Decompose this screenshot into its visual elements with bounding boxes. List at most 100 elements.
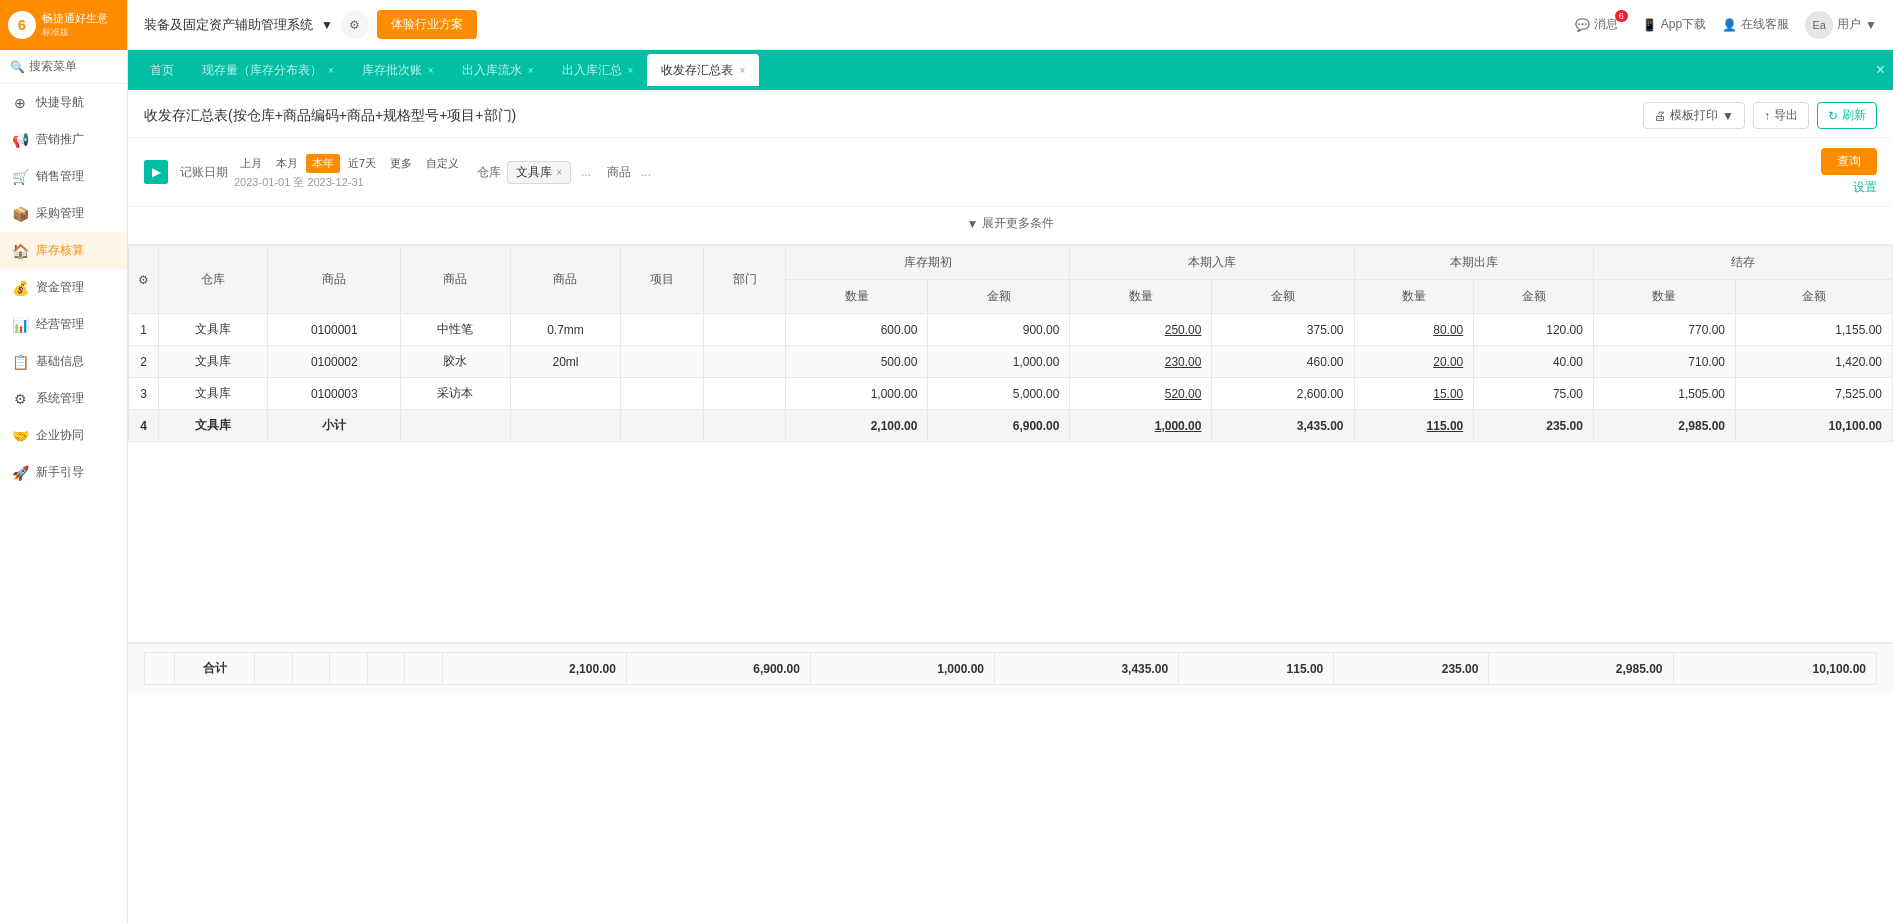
settings-link[interactable]: 设置 [1853, 179, 1877, 196]
warehouse-tag-close[interactable]: × [556, 167, 562, 178]
subtotal-out-amt: 235.00 [1474, 410, 1594, 442]
row2-in-amt: 460.00 [1212, 346, 1354, 378]
sidebar-item-corp[interactable]: 🤝 企业协同 [0, 417, 127, 454]
row1-out-qty[interactable]: 80.00 [1354, 314, 1474, 346]
settings-button[interactable]: ⚙ [341, 11, 369, 39]
tab-inventory-dist[interactable]: 现存量（库存分布表） × [188, 54, 348, 86]
col-out-period-header: 本期出库 [1354, 246, 1593, 280]
tab-in-out-flow[interactable]: 出入库流水 × [448, 54, 548, 86]
tab-flow-label: 出入库流水 [462, 62, 522, 79]
filter-expand-button[interactable]: ▶ [144, 160, 168, 184]
sidebar-item-finance[interactable]: 💰 资金管理 [0, 269, 127, 306]
user-chevron-icon: ▼ [1865, 18, 1877, 32]
export-button[interactable]: ↑ 导出 [1753, 102, 1809, 129]
sales-icon: 🛒 [12, 169, 28, 185]
logo-icon: 6 [8, 11, 36, 39]
date-last-month[interactable]: 上月 [234, 154, 268, 173]
export-icon: ↑ [1764, 109, 1770, 123]
row3-out-qty[interactable]: 15.00 [1354, 378, 1474, 410]
tab-close-icon[interactable]: × [428, 65, 434, 76]
col-settings[interactable]: ⚙ [129, 246, 159, 314]
user-action[interactable]: Ea 用户 ▼ [1805, 11, 1877, 39]
row3-in-qty[interactable]: 520.00 [1070, 378, 1212, 410]
sidebar-item-marketing[interactable]: 📢 营销推广 [0, 121, 127, 158]
top-header: 装备及固定资产辅助管理系统 ▼ ⚙ 体验行业方案 💬 6 消息 📱 App下载 … [128, 0, 1893, 50]
subtotal-in-qty[interactable]: 1,000.00 [1070, 410, 1212, 442]
row2-project [621, 346, 703, 378]
sidebar-logo: 6 畅捷通好生意 标准版 [0, 0, 127, 50]
sidebar-item-guide[interactable]: 🚀 新手引导 [0, 454, 127, 491]
tab-close-icon[interactable]: × [628, 65, 634, 76]
tab-close-icon[interactable]: × [528, 65, 534, 76]
sidebar-item-sales[interactable]: 🛒 销售管理 [0, 158, 127, 195]
expand-more-row: ▼ 展开更多条件 [128, 207, 1893, 245]
row1-close-qty: 770.00 [1593, 314, 1735, 346]
sidebar-item-operation[interactable]: 📊 经营管理 [0, 306, 127, 343]
chevron-down-icon: ▼ [1722, 109, 1734, 123]
tab-close-icon[interactable]: × [739, 65, 745, 76]
online-service-action[interactable]: 👤 在线客服 [1722, 16, 1789, 33]
query-button[interactable]: 查询 [1821, 148, 1877, 175]
expand-more-btn[interactable]: ▼ 展开更多条件 [967, 211, 1055, 236]
footer-open-amt: 6,900.00 [626, 653, 810, 685]
tab-close-icon[interactable]: × [328, 65, 334, 76]
template-print-button[interactable]: 🖨 模板打印 ▼ [1643, 102, 1745, 129]
inventory-icon: 🏠 [12, 243, 28, 259]
subtotal-open-amt: 6,900.00 [928, 410, 1070, 442]
sidebar-item-quick-nav[interactable]: ⊕ 快捷导航 [0, 84, 127, 121]
tab-receive-summary[interactable]: 收发存汇总表 × [647, 54, 759, 86]
row2-in-qty[interactable]: 230.00 [1070, 346, 1212, 378]
row3-close-amt: 7,525.00 [1736, 378, 1893, 410]
system-dropdown[interactable]: ▼ [321, 18, 333, 32]
row1-spec: 0.7mm [510, 314, 621, 346]
trial-button[interactable]: 体验行业方案 [377, 10, 477, 39]
expand-down-icon: ▼ [967, 217, 979, 231]
tab-in-out-summary[interactable]: 出入库汇总 × [548, 54, 648, 86]
sidebar-search[interactable]: 🔍 搜索菜单 [0, 50, 127, 84]
tab-home[interactable]: 首页 [136, 54, 188, 86]
row2-open-qty: 500.00 [786, 346, 928, 378]
tab-bar-close-icon[interactable]: × [1876, 61, 1885, 79]
main-area: 装备及固定资产辅助管理系统 ▼ ⚙ 体验行业方案 💬 6 消息 📱 App下载 … [128, 0, 1893, 923]
subtotal-out-qty[interactable]: 115.00 [1354, 410, 1474, 442]
subtotal-in-amt: 3,435.00 [1212, 410, 1354, 442]
row2-open-amt: 1,000.00 [928, 346, 1070, 378]
search-icon: 🔍 [10, 60, 25, 74]
row2-no: 2 [129, 346, 159, 378]
row1-dept [703, 314, 785, 346]
app-download-action[interactable]: 📱 App下载 [1642, 16, 1706, 33]
sidebar-item-basic[interactable]: 📋 基础信息 [0, 343, 127, 380]
date-7days[interactable]: 近7天 [342, 154, 382, 173]
date-range-picker: 上月 本月 本年 近7天 更多 自定义 2023-01-01 至 2023-12… [234, 154, 465, 190]
row1-out-amt: 120.00 [1474, 314, 1594, 346]
row2-out-qty[interactable]: 20.00 [1354, 346, 1474, 378]
subtotal-empty2 [510, 410, 621, 442]
expand-icon: ▶ [152, 165, 161, 179]
sidebar-item-inventory[interactable]: 🏠 库存核算 [0, 232, 127, 269]
page-header: 收发存汇总表(按仓库+商品编码+商品+规格型号+项目+部门) 🖨 模板打印 ▼ … [128, 90, 1893, 138]
date-this-year[interactable]: 本年 [306, 154, 340, 173]
goods-filter-group: 商品 ... [607, 163, 655, 181]
sidebar-item-label: 资金管理 [36, 279, 84, 296]
row1-open-qty: 600.00 [786, 314, 928, 346]
sidebar-item-system[interactable]: ⚙ 系统管理 [0, 380, 127, 417]
avatar: Ea [1805, 11, 1833, 39]
date-custom[interactable]: 自定义 [420, 154, 465, 173]
col-code-header: 商品 [268, 246, 401, 314]
guide-icon: 🚀 [12, 465, 28, 481]
data-table-container: ⚙ 仓库 商品 商品 商品 项目 部门 库存期初 本期入库 本期出库 结存 数量 [128, 245, 1893, 442]
table-footer: 合计 2,100.00 6,900.00 1,000.00 3,435.00 1… [128, 642, 1893, 693]
footer-close-qty: 2,985.00 [1489, 653, 1673, 685]
col-project-header: 项目 [621, 246, 703, 314]
row1-in-qty[interactable]: 250.00 [1070, 314, 1212, 346]
goods-more-btn[interactable]: ... [637, 163, 655, 181]
tab-batch-ledger[interactable]: 库存批次账 × [348, 54, 448, 86]
date-more[interactable]: 更多 [384, 154, 418, 173]
warehouse-more-btn[interactable]: ... [577, 163, 595, 181]
subtotal-warehouse: 文具库 [159, 410, 268, 442]
date-this-month[interactable]: 本月 [270, 154, 304, 173]
sidebar-item-purchase[interactable]: 📦 采购管理 [0, 195, 127, 232]
refresh-button[interactable]: ↻ 刷新 [1817, 102, 1877, 129]
message-label: 消息 [1594, 16, 1618, 33]
message-action[interactable]: 💬 6 消息 [1575, 16, 1618, 33]
